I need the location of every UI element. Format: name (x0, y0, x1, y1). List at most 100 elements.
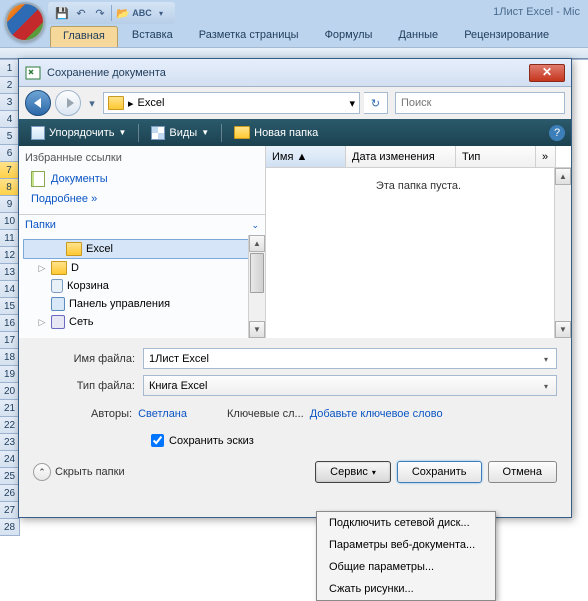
row-header[interactable]: 6 (0, 145, 20, 162)
tree-scrollbar[interactable]: ▲ ▼ (248, 235, 265, 338)
nav-bar: ▾ ▸ Excel ▾ ↻ (19, 87, 571, 119)
organize-button[interactable]: Упорядочить ▼ (25, 123, 132, 143)
expand-icon[interactable] (37, 281, 47, 291)
scroll-down-button[interactable]: ▼ (555, 321, 571, 338)
row-header[interactable]: 11 (0, 230, 20, 247)
dialog-titlebar[interactable]: Сохранение документа ✕ (19, 59, 571, 87)
row-header[interactable]: 4 (0, 111, 20, 128)
redo-icon[interactable]: ↷ (92, 5, 108, 21)
row-header[interactable]: 23 (0, 434, 20, 451)
tree-item[interactable]: ▷Сеть (23, 313, 261, 331)
open-icon[interactable]: 📂 (115, 5, 131, 21)
expand-icon[interactable]: ▷ (37, 263, 47, 273)
scroll-up-button[interactable]: ▲ (249, 235, 265, 252)
views-button[interactable]: Виды ▼ (145, 123, 215, 143)
authors-link[interactable]: Светлана (138, 408, 187, 420)
row-header[interactable]: 12 (0, 247, 20, 264)
ribbon-tab-5[interactable]: Рецензирование (452, 26, 561, 48)
ribbon-tab-2[interactable]: Разметка страницы (187, 26, 311, 48)
row-header[interactable]: 22 (0, 417, 20, 434)
row-header[interactable]: 15 (0, 298, 20, 315)
nav-history-dropdown[interactable]: ▾ (85, 90, 99, 116)
column-header[interactable]: » (536, 146, 556, 167)
row-header[interactable]: 3 (0, 94, 20, 111)
menu-item[interactable]: Общие параметры... (317, 556, 495, 578)
row-header[interactable]: 13 (0, 264, 20, 281)
service-button[interactable]: Сервис ▾ (315, 461, 391, 483)
expand-icon[interactable]: ▷ (37, 317, 47, 327)
favorites-more-label: Подробнее » (31, 193, 97, 205)
ribbon-tab-1[interactable]: Вставка (120, 26, 185, 48)
undo-icon[interactable]: ↶ (73, 5, 89, 21)
expand-icon[interactable] (52, 244, 62, 254)
chevron-down-icon[interactable]: ▾ (539, 352, 553, 366)
keywords-link[interactable]: Добавьте ключевое слово (310, 408, 443, 420)
row-header[interactable]: 20 (0, 383, 20, 400)
row-header[interactable]: 14 (0, 281, 20, 298)
forward-button[interactable] (55, 90, 81, 116)
save-thumbnail-checkbox[interactable] (151, 434, 164, 447)
filename-input[interactable]: 1Лист Excel ▾ (143, 348, 557, 369)
office-button[interactable] (5, 2, 45, 42)
qat-dropdown-icon[interactable]: ▾ (153, 5, 169, 21)
cancel-button[interactable]: Отмена (488, 461, 557, 483)
row-header[interactable]: 18 (0, 349, 20, 366)
row-header[interactable]: 7 (0, 162, 20, 179)
save-icon[interactable]: 💾 (54, 5, 70, 21)
scroll-down-button[interactable]: ▼ (249, 321, 265, 338)
hide-folders-toggle[interactable]: ⌃ Скрыть папки (33, 463, 125, 481)
row-header[interactable]: 17 (0, 332, 20, 349)
folder-tree: Excel▷DКорзинаПанель управления▷Сеть ▲ ▼ (19, 235, 265, 338)
row-header[interactable]: 25 (0, 468, 20, 485)
empty-folder-message: Эта папка пуста. (266, 168, 571, 204)
new-folder-button[interactable]: Новая папка (228, 123, 324, 142)
breadcrumb[interactable]: ▸ Excel ▾ (103, 92, 360, 114)
tree-item[interactable]: Excel (23, 239, 261, 259)
row-header[interactable]: 28 (0, 519, 20, 536)
row-header[interactable]: 19 (0, 366, 20, 383)
row-header[interactable]: 26 (0, 485, 20, 502)
row-header[interactable]: 27 (0, 502, 20, 519)
row-header[interactable]: 5 (0, 128, 20, 145)
row-header[interactable]: 1 (0, 60, 20, 77)
row-header[interactable]: 21 (0, 400, 20, 417)
help-button[interactable]: ? (549, 125, 565, 141)
dialog-toolbar: Упорядочить ▼ Виды ▼ Новая папка ? (19, 119, 571, 146)
row-header[interactable]: 24 (0, 451, 20, 468)
tree-item[interactable]: Панель управления (23, 295, 261, 313)
breadcrumb-dropdown-icon[interactable]: ▾ (349, 97, 355, 110)
favorites-more[interactable]: Подробнее » (25, 190, 259, 208)
row-header[interactable]: 10 (0, 213, 20, 230)
column-header[interactable]: Дата изменения (346, 146, 456, 167)
list-scrollbar[interactable]: ▲ ▼ (554, 168, 571, 338)
folders-section-header[interactable]: Папки ⌄ (19, 214, 265, 235)
expand-icon[interactable] (37, 299, 47, 309)
column-header[interactable]: Имя ▲ (266, 146, 346, 167)
favorite-documents[interactable]: Документы (25, 168, 259, 190)
menu-item[interactable]: Сжать рисунки... (317, 578, 495, 600)
column-header[interactable]: Тип (456, 146, 536, 167)
ribbon-tab-3[interactable]: Формулы (313, 26, 385, 48)
save-button[interactable]: Сохранить (397, 461, 482, 483)
row-header[interactable]: 9 (0, 196, 20, 213)
row-header[interactable]: 2 (0, 77, 20, 94)
tree-item[interactable]: ▷D (23, 259, 261, 277)
scroll-thumb[interactable] (250, 253, 264, 293)
spell-icon[interactable]: ABC (134, 5, 150, 21)
tree-item[interactable]: Корзина (23, 277, 261, 295)
row-header[interactable]: 16 (0, 315, 20, 332)
filetype-select[interactable]: Книга Excel ▾ (143, 375, 557, 396)
chevron-down-icon[interactable]: ▾ (539, 379, 553, 393)
close-button[interactable]: ✕ (529, 64, 565, 82)
scroll-up-button[interactable]: ▲ (555, 168, 571, 185)
tree-label: D (71, 262, 79, 274)
back-button[interactable] (25, 90, 51, 116)
row-header[interactable]: 8 (0, 179, 20, 196)
refresh-button[interactable]: ↻ (364, 92, 388, 114)
search-input[interactable] (395, 92, 565, 114)
ribbon-tab-4[interactable]: Данные (386, 26, 450, 48)
breadcrumb-current[interactable]: Excel (138, 97, 165, 109)
menu-item[interactable]: Параметры веб-документа... (317, 534, 495, 556)
ribbon-tab-0[interactable]: Главная (50, 26, 118, 48)
menu-item[interactable]: Подключить сетевой диск... (317, 512, 495, 534)
